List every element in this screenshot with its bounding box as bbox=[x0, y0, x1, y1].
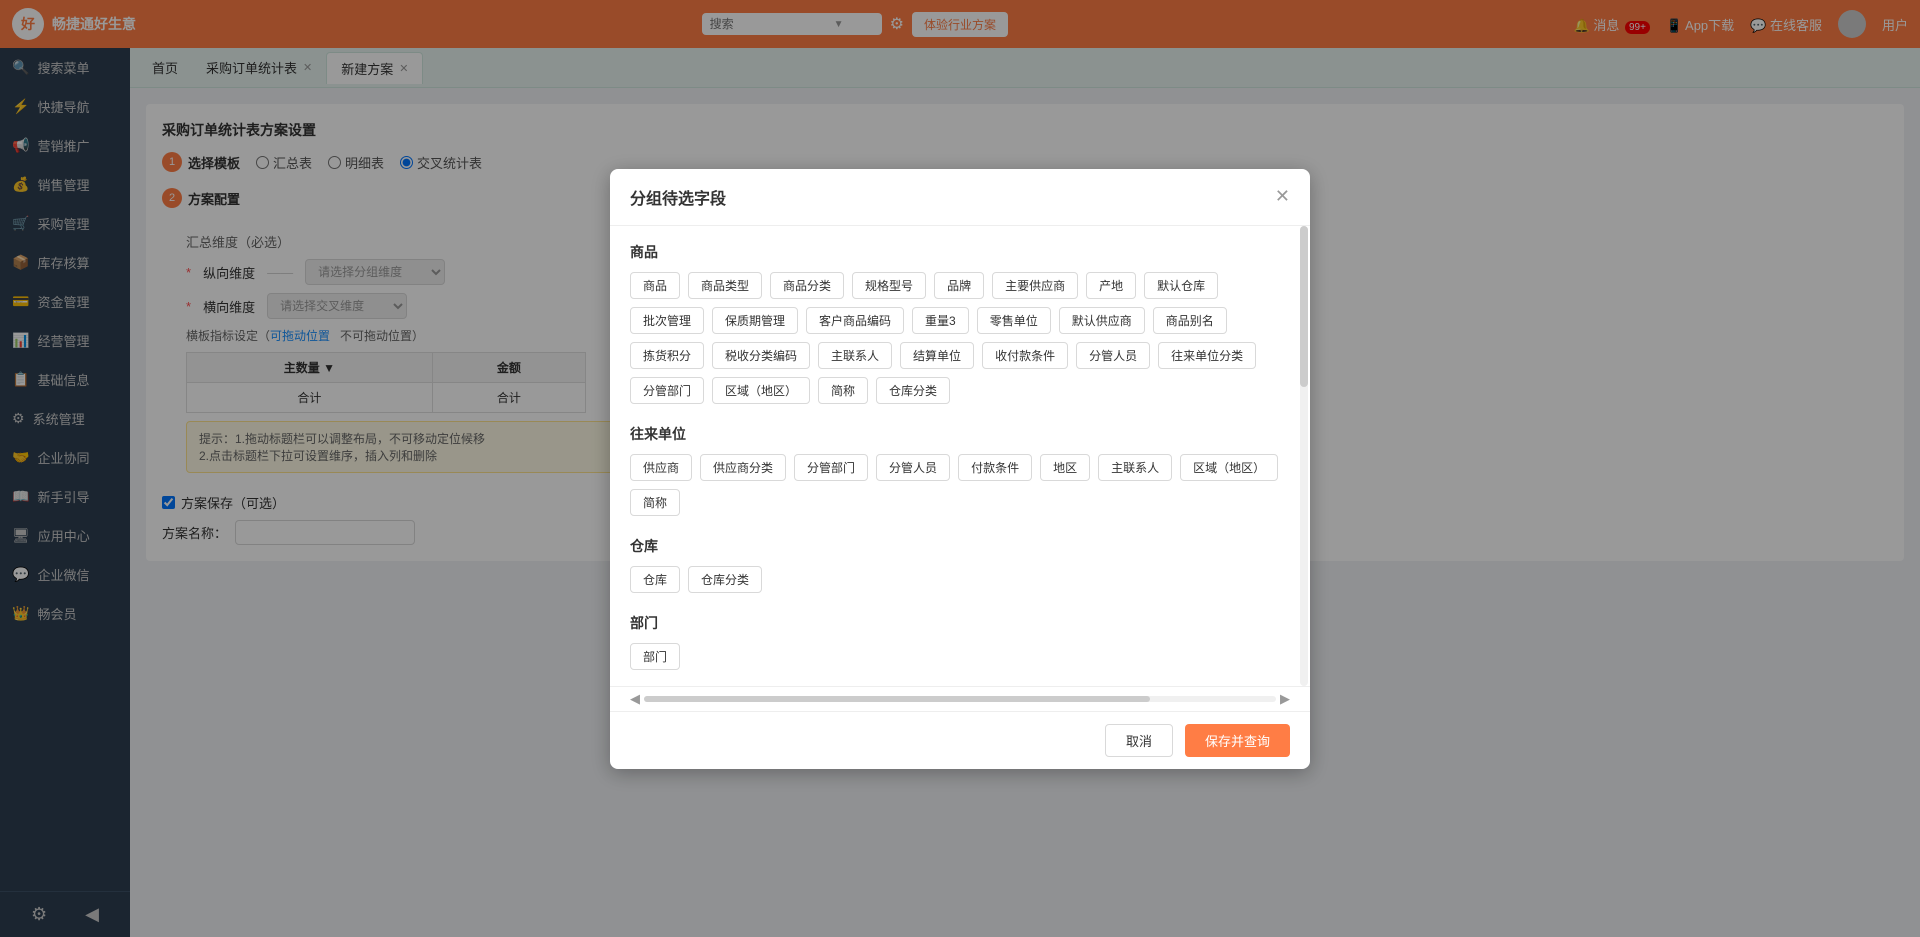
field-tag-supplier[interactable]: 供应商 bbox=[630, 454, 692, 481]
section-warehouse: 仓库 仓库 仓库分类 bbox=[630, 536, 1290, 593]
confirm-button[interactable]: 保存并查询 bbox=[1185, 724, 1290, 757]
modal-body[interactable]: 商品 商品 商品类型 商品分类 规格型号 品牌 主要供应商 产地 默认仓库 批次… bbox=[610, 226, 1310, 686]
field-tag-supplier-category[interactable]: 供应商分类 bbox=[700, 454, 786, 481]
product-field-tags: 商品 商品类型 商品分类 规格型号 品牌 主要供应商 产地 默认仓库 批次管理 … bbox=[630, 272, 1290, 404]
modal-scrollbar-track[interactable] bbox=[1300, 226, 1308, 686]
field-tag-counterpart-category[interactable]: 往来单位分类 bbox=[1158, 342, 1256, 369]
field-tag-warehouse-category[interactable]: 仓库分类 bbox=[876, 377, 950, 404]
field-tag-short-name[interactable]: 简称 bbox=[818, 377, 868, 404]
field-tag-batch-mgmt[interactable]: 批次管理 bbox=[630, 307, 704, 334]
field-tag-origin[interactable]: 产地 bbox=[1086, 272, 1136, 299]
field-tag-warehouse[interactable]: 仓库 bbox=[630, 566, 680, 593]
field-tag-retail-unit[interactable]: 零售单位 bbox=[977, 307, 1051, 334]
field-tag-main-contact-2[interactable]: 主联系人 bbox=[1098, 454, 1172, 481]
section-dept-title: 部门 bbox=[630, 613, 1290, 633]
cancel-button[interactable]: 取消 bbox=[1105, 724, 1173, 757]
modal-hscroll: ◀ ▶ bbox=[610, 686, 1310, 711]
field-tag-weight[interactable]: 重量3 bbox=[912, 307, 969, 334]
section-warehouse-title: 仓库 bbox=[630, 536, 1290, 556]
field-tag-payment-terms[interactable]: 收付款条件 bbox=[982, 342, 1068, 369]
counterpart-field-tags: 供应商 供应商分类 分管部门 分管人员 付款条件 地区 主联系人 区域（地区） … bbox=[630, 454, 1290, 516]
field-tag-default-warehouse[interactable]: 默认仓库 bbox=[1144, 272, 1218, 299]
section-counterpart-title: 往来单位 bbox=[630, 424, 1290, 444]
field-tag-expiry-mgmt[interactable]: 保质期管理 bbox=[712, 307, 798, 334]
field-tag-department[interactable]: 部门 bbox=[630, 643, 680, 670]
field-tag-default-supplier[interactable]: 默认供应商 bbox=[1059, 307, 1145, 334]
field-tag-product-type[interactable]: 商品类型 bbox=[688, 272, 762, 299]
section-product-title: 商品 bbox=[630, 242, 1290, 262]
field-tag-manager[interactable]: 分管人员 bbox=[1076, 342, 1150, 369]
field-tag-warehouse-cat[interactable]: 仓库分类 bbox=[688, 566, 762, 593]
scroll-left-icon[interactable]: ◀ bbox=[630, 691, 640, 707]
field-tag-person[interactable]: 分管人员 bbox=[876, 454, 950, 481]
field-tag-short-name-2[interactable]: 简称 bbox=[630, 489, 680, 516]
field-tag-area[interactable]: 地区 bbox=[1040, 454, 1090, 481]
section-counterpart: 往来单位 供应商 供应商分类 分管部门 分管人员 付款条件 地区 主联系人 区域… bbox=[630, 424, 1290, 516]
modal-overlay[interactable]: 分组待选字段 ✕ 商品 商品 商品类型 商品分类 规格型号 品牌 主要供应商 产… bbox=[0, 0, 1920, 937]
field-tag-region-2[interactable]: 区域（地区） bbox=[1180, 454, 1278, 481]
field-tag-region[interactable]: 区域（地区） bbox=[712, 377, 810, 404]
field-tag-dept[interactable]: 分管部门 bbox=[794, 454, 868, 481]
dept-field-tags: 部门 bbox=[630, 643, 1290, 670]
field-tag-main-contact[interactable]: 主联系人 bbox=[818, 342, 892, 369]
field-tag-spec-type[interactable]: 规格型号 bbox=[852, 272, 926, 299]
field-tag-managing-dept[interactable]: 分管部门 bbox=[630, 377, 704, 404]
modal-footer: 取消 保存并查询 bbox=[610, 711, 1310, 769]
hscroll-thumb[interactable] bbox=[644, 696, 1150, 702]
field-tag-settlement-unit[interactable]: 结算单位 bbox=[900, 342, 974, 369]
field-tag-main-supplier[interactable]: 主要供应商 bbox=[992, 272, 1078, 299]
modal-close-button[interactable]: ✕ bbox=[1275, 186, 1290, 207]
modal-scrollbar-thumb[interactable] bbox=[1300, 226, 1308, 387]
section-dept: 部门 部门 bbox=[630, 613, 1290, 670]
warehouse-field-tags: 仓库 仓库分类 bbox=[630, 566, 1290, 593]
field-tag-pick-score[interactable]: 拣货积分 bbox=[630, 342, 704, 369]
modal-title: 分组待选字段 bbox=[630, 185, 726, 209]
modal-header: 分组待选字段 ✕ bbox=[610, 169, 1310, 226]
field-tag-customer-code[interactable]: 客户商品编码 bbox=[806, 307, 904, 334]
field-tag-product-alias[interactable]: 商品别名 bbox=[1153, 307, 1227, 334]
field-tag-product[interactable]: 商品 bbox=[630, 272, 680, 299]
section-product: 商品 商品 商品类型 商品分类 规格型号 品牌 主要供应商 产地 默认仓库 批次… bbox=[630, 242, 1290, 404]
field-tag-payment-condition[interactable]: 付款条件 bbox=[958, 454, 1032, 481]
field-tag-product-category[interactable]: 商品分类 bbox=[770, 272, 844, 299]
field-tag-brand[interactable]: 品牌 bbox=[934, 272, 984, 299]
modal-dialog: 分组待选字段 ✕ 商品 商品 商品类型 商品分类 规格型号 品牌 主要供应商 产… bbox=[610, 169, 1310, 769]
field-tag-tax-code[interactable]: 税收分类编码 bbox=[712, 342, 810, 369]
scroll-right-icon[interactable]: ▶ bbox=[1280, 691, 1290, 707]
hscroll-track[interactable] bbox=[644, 696, 1276, 702]
